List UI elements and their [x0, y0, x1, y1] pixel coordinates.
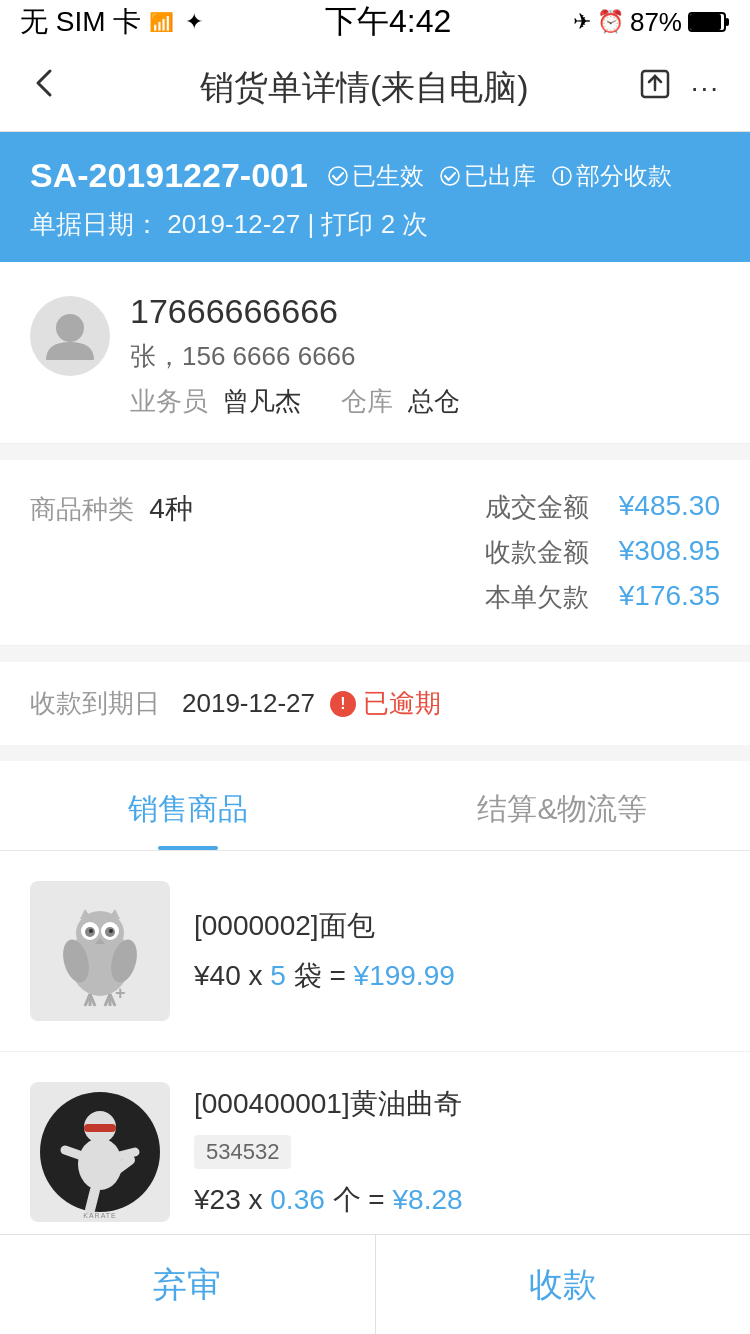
svg-rect-3 — [690, 14, 721, 30]
status-bar: 无 SIM 卡 📶 ✦ 下午4:42 ✈ ⏰ 87% — [0, 0, 750, 44]
summary-right: 成交金额 ¥485.30 收款金额 ¥308.95 本单欠款 ¥176.35 — [485, 490, 720, 615]
product-price-1: ¥40 x 5 袋 = ¥199.99 — [194, 957, 720, 995]
customer-phone: 17666666666 — [130, 292, 720, 331]
bottom-bar: 弃审 收款 — [0, 1234, 750, 1334]
date-label: 单据日期： — [30, 209, 160, 239]
deal-amount-row: 成交金额 ¥485.30 — [485, 490, 720, 525]
svg-text:+: + — [115, 983, 126, 1003]
svg-point-6 — [329, 167, 347, 185]
warehouse-label: 仓库 — [341, 386, 393, 416]
collect-button[interactable]: 收款 — [376, 1235, 751, 1334]
product-item-2: KARATE [000400001]黄油曲奇 534532 ¥23 x 0.36… — [0, 1052, 750, 1253]
location-icon: ✈ — [573, 9, 591, 35]
collected-label: 收款金额 — [485, 535, 589, 570]
more-button[interactable]: ··· — [691, 72, 720, 104]
overdue-badge: ! 已逾期 — [329, 686, 441, 721]
svg-point-21 — [89, 929, 93, 933]
print-info: | 打印 2 次 — [307, 209, 428, 239]
svg-point-11 — [56, 314, 84, 342]
battery-icon — [688, 11, 730, 33]
alarm-icon: ⏰ — [597, 9, 624, 35]
product-item: + [0000002]面包 ¥40 x 5 袋 = ¥199.99 — [0, 851, 750, 1052]
svg-point-7 — [441, 167, 459, 185]
svg-rect-38 — [84, 1124, 116, 1132]
product-price-2: ¥23 x 0.36 个 = ¥8.28 — [194, 1181, 720, 1219]
wifi-text: ✦ — [185, 9, 203, 35]
collected-value: ¥308.95 — [619, 535, 720, 570]
salesperson-label: 业务员 — [130, 386, 208, 416]
customer-meta: 业务员 曾凡杰 仓库 总仓 — [130, 384, 720, 419]
product-image-2: KARATE — [30, 1082, 170, 1222]
wifi-icon: 📶 — [149, 12, 177, 32]
page-title: 销货单详情(来自电脑) — [200, 65, 529, 111]
due-section: 收款到期日 2019-12-27 ! 已逾期 — [0, 662, 750, 745]
order-date: 2019-12-27 — [167, 209, 300, 239]
salesperson-value: 曾凡杰 — [223, 386, 301, 416]
avatar-icon — [40, 306, 100, 366]
order-date-row: 单据日期： 2019-12-27 | 打印 2 次 — [30, 207, 720, 242]
tab-settlement[interactable]: 结算&物流等 — [375, 761, 750, 850]
order-number: SA-20191227-001 — [30, 156, 308, 195]
badge-effective: 已生效 — [328, 160, 424, 192]
customer-name: 张，156 6666 6666 — [130, 339, 720, 374]
due-label: 收款到期日 — [30, 686, 160, 721]
svg-line-42 — [115, 1152, 135, 1157]
deal-amount-label: 成交金额 — [485, 490, 589, 525]
nav-actions: ··· — [639, 68, 720, 107]
status-left: 无 SIM 卡 📶 ✦ — [20, 3, 203, 41]
badge-partial: 部分收款 — [552, 160, 672, 192]
due-date-value: 2019-12-27 — [182, 688, 315, 719]
overdue-text: 已逾期 — [363, 686, 441, 721]
owed-label: 本单欠款 — [485, 580, 589, 615]
product-name-1: [0000002]面包 — [194, 907, 720, 945]
product-info-1: [0000002]面包 ¥40 x 5 袋 = ¥199.99 — [194, 907, 720, 995]
customer-section: 17666666666 张，156 6666 6666 业务员 曾凡杰 仓库 总… — [0, 262, 750, 444]
svg-text:📶: 📶 — [149, 12, 174, 32]
product-name-2: [000400001]黄油曲奇 — [194, 1085, 720, 1123]
status-badges: 已生效 已出库 部分收款 — [328, 160, 672, 192]
svg-text:KARATE: KARATE — [83, 1212, 117, 1219]
no-sim-text: 无 SIM 卡 — [20, 3, 141, 41]
time-display: 下午4:42 — [325, 0, 451, 44]
tabs-section: 销售商品 结算&物流等 — [0, 761, 750, 851]
warehouse-value: 总仓 — [408, 386, 460, 416]
svg-rect-2 — [725, 18, 729, 26]
product-logo-icon: KARATE — [30, 1082, 170, 1222]
owed-value: ¥176.35 — [619, 580, 720, 615]
svg-point-22 — [109, 929, 113, 933]
summary-section: 商品种类 4种 成交金额 ¥485.30 收款金额 ¥308.95 本单欠款 ¥… — [0, 460, 750, 646]
customer-info: 17666666666 张，156 6666 6666 业务员 曾凡杰 仓库 总… — [130, 292, 720, 419]
back-button[interactable] — [30, 61, 90, 114]
summary-left: 商品种类 4种 — [30, 490, 193, 528]
badge-shipped: 已出库 — [440, 160, 536, 192]
tab-products[interactable]: 销售商品 — [0, 761, 375, 850]
kinds-label: 商品种类 — [30, 494, 134, 524]
status-right: ✈ ⏰ 87% — [573, 7, 730, 38]
svg-line-43 — [90, 1190, 95, 1210]
product-info-2: [000400001]黄油曲奇 534532 ¥23 x 0.36 个 = ¥8… — [194, 1085, 720, 1219]
abandon-button[interactable]: 弃审 — [0, 1235, 376, 1334]
svg-text:!: ! — [340, 695, 345, 712]
product-image-1: + — [30, 881, 170, 1021]
product-owl-icon: + — [30, 881, 170, 1021]
kinds-value: 4种 — [149, 493, 193, 524]
product-batch-2: 534532 — [194, 1135, 291, 1169]
battery-text: 87% — [630, 7, 682, 38]
share-button[interactable] — [639, 68, 671, 107]
products-section: + [0000002]面包 ¥40 x 5 袋 = ¥199.99 — [0, 851, 750, 1253]
owed-row: 本单欠款 ¥176.35 — [485, 580, 720, 615]
collected-row: 收款金额 ¥308.95 — [485, 535, 720, 570]
deal-amount-value: ¥485.30 — [619, 490, 720, 525]
nav-bar: 销货单详情(来自电脑) ··· — [0, 44, 750, 132]
order-header: SA-20191227-001 已生效 已出库 部分收款 单据日期： 2019-… — [0, 132, 750, 262]
overdue-icon: ! — [329, 690, 357, 718]
customer-avatar — [30, 296, 110, 376]
